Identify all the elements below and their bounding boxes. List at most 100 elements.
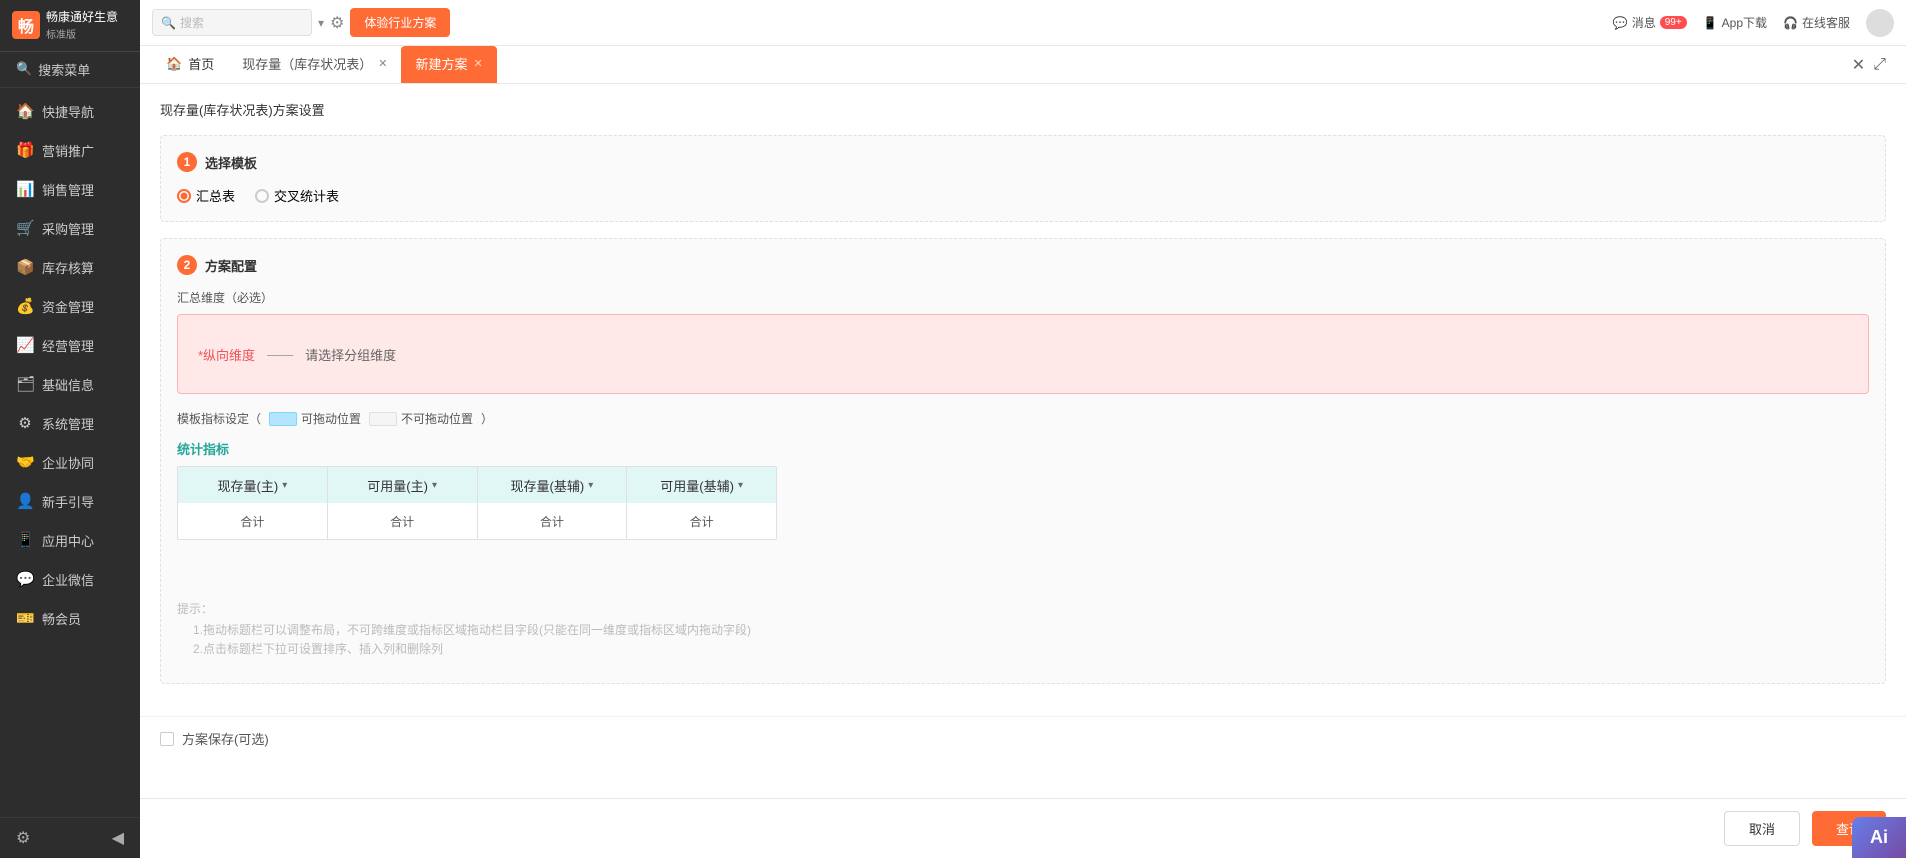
save-checkbox[interactable] (160, 732, 174, 746)
sidebar-search-item[interactable]: 🔍 搜索菜单 (0, 52, 140, 88)
home-icon: 🏠 (166, 56, 182, 72)
section-2-title: 方案配置 (205, 256, 257, 275)
sidebar-item-wecom[interactable]: 💬 企业微信 (0, 560, 140, 599)
purchase-icon: 🛒 (16, 219, 34, 237)
tab-home[interactable]: 🏠 首页 (152, 46, 228, 83)
user-avatar[interactable] (1866, 9, 1894, 37)
tab-panel-expand-icon[interactable]: ⤢ (1873, 56, 1886, 74)
sidebar-footer: ⚙ ◀ (0, 817, 140, 858)
logo-icon: 畅 (12, 11, 40, 39)
system-icon: ⚙ (16, 414, 34, 432)
sidebar-item-marketing[interactable]: 🎁 营销推广 (0, 131, 140, 170)
sidebar-item-collab[interactable]: 🤝 企业协同 (0, 443, 140, 482)
sidebar-item-label: 快捷导航 (42, 102, 94, 121)
collab-icon: 🤝 (16, 453, 34, 471)
app-edition: 标准版 (46, 26, 118, 41)
tab-new-plan-close[interactable]: ✕ (473, 57, 482, 70)
dropdown-icon[interactable]: ▾ (318, 16, 324, 30)
collapse-icon[interactable]: ◀ (112, 828, 124, 848)
tab-inventory-status[interactable]: 现存量（库存状况表） ✕ (228, 46, 401, 83)
phone-icon: 📱 (1703, 16, 1718, 30)
cell-1-4: 合计 (627, 503, 776, 539)
indicator-settings-label: 模板指标设定（ (177, 410, 261, 427)
footer-buttons: 取消 查询 (140, 798, 1906, 858)
logo-text-block: 畅康通好生意 标准版 (46, 10, 118, 41)
sidebar-item-inventory[interactable]: 📦 库存核算 (0, 248, 140, 287)
legend-draggable: 可拖动位置 (269, 410, 361, 427)
tab-new-plan[interactable]: 新建方案 ✕ (401, 46, 496, 83)
col-name-3: 现存量(基辅) (511, 476, 585, 495)
col-dropdown-4[interactable]: ▾ (738, 480, 743, 491)
config-section: 汇总维度（必选） *纵向维度 —— 请选择分组维度 模板指标设定（ (177, 289, 1869, 657)
online-service-item[interactable]: 🎧 在线客服 (1783, 14, 1850, 31)
cancel-button[interactable]: 取消 (1724, 811, 1800, 846)
col-dropdown-1[interactable]: ▾ (282, 480, 287, 491)
legend-not-draggable: 不可拖动位置 (369, 410, 473, 427)
sidebar-item-operations[interactable]: 📈 经营管理 (0, 326, 140, 365)
col-dropdown-2[interactable]: ▾ (432, 480, 437, 491)
app-center-icon: 📱 (16, 531, 34, 549)
base-info-icon: 🗂 (16, 375, 34, 393)
newbie-icon: 👤 (16, 492, 34, 510)
marketing-icon: 🎁 (16, 141, 34, 159)
topbar-search-box[interactable]: 🔍 搜索 (152, 9, 312, 36)
industry-plan-button[interactable]: 体验行业方案 (350, 8, 450, 37)
tab-inventory-close[interactable]: ✕ (378, 57, 387, 70)
app-download-item[interactable]: 📱 App下载 (1703, 14, 1767, 31)
bottom-save-area: 方案保存(可选) (140, 716, 1906, 760)
sidebar-item-label: 企业微信 (42, 570, 94, 589)
template-options: 汇总表 交叉统计表 (177, 186, 1869, 205)
wecom-icon: 💬 (16, 570, 34, 588)
sidebar-item-label: 经营管理 (42, 336, 94, 355)
sidebar-item-sales[interactable]: 📊 销售管理 (0, 170, 140, 209)
settings-icon[interactable]: ⚙ (16, 828, 30, 848)
operations-icon: 📈 (16, 336, 34, 354)
stats-table-header: 现存量(主) ▾ 可用量(主) ▾ 现存量(基辅) ▾ (178, 467, 776, 503)
section-2-config: 2 方案配置 汇总维度（必选） *纵向维度 —— 请选择分组维度 (160, 238, 1886, 684)
stats-section: 统计指标 现存量(主) ▾ 可用量(主) ▾ (177, 439, 1869, 540)
col-current-stock-main[interactable]: 现存量(主) ▾ (178, 467, 328, 503)
col-dropdown-3[interactable]: ▾ (588, 480, 593, 491)
summary-dim-label: 汇总维度（必选） (177, 289, 1869, 306)
page-title: 现存量(库存状况表)方案设置 (160, 100, 1886, 119)
col-name-4: 可用量(基辅) (660, 476, 734, 495)
sidebar-item-system[interactable]: ⚙ 系统管理 (0, 404, 140, 443)
col-current-stock-aux[interactable]: 现存量(基辅) ▾ (478, 467, 628, 503)
template-option-cross[interactable]: 交叉统计表 (255, 186, 339, 205)
cell-1-3: 合计 (478, 503, 628, 539)
sidebar: 畅 畅康通好生意 标准版 🔍 搜索菜单 🏠 快捷导航 🎁 营销推广 📊 销售管理… (0, 0, 140, 858)
main-panel: 🔍 搜索 ▾ ⚙ 体验行业方案 💬 消息 99+ 📱 App下载 🎧 在线客服 (140, 0, 1906, 858)
template-option-summary[interactable]: 汇总表 (177, 186, 235, 205)
sidebar-item-label: 采购管理 (42, 219, 94, 238)
template-cross-label: 交叉统计表 (274, 186, 339, 205)
section-1-template: 1 选择模板 汇总表 交叉统计表 (160, 135, 1886, 222)
sidebar-item-base-info[interactable]: 🗂 基础信息 (0, 365, 140, 404)
col-available-main[interactable]: 可用量(主) ▾ (328, 467, 478, 503)
sidebar-item-newbie[interactable]: 👤 新手引导 (0, 482, 140, 521)
tab-panel-close-icon[interactable]: ✕ (1852, 55, 1865, 75)
sidebar-nav: 🏠 快捷导航 🎁 营销推广 📊 销售管理 🛒 采购管理 📦 库存核算 💰 资金管… (0, 88, 140, 817)
tips-item-1: 1.拖动标题栏可以调整布局，不可跨维度或指标区域拖动栏目字段(只能在同一维度或指… (177, 621, 1869, 638)
section-1-title: 选择模板 (205, 153, 257, 172)
sidebar-item-membership[interactable]: 🎫 畅会员 (0, 599, 140, 638)
inventory-icon: 📦 (16, 258, 34, 276)
sidebar-item-quick-nav[interactable]: 🏠 快捷导航 (0, 92, 140, 131)
col-available-aux[interactable]: 可用量(基辅) ▾ (627, 467, 776, 503)
search-placeholder-text: 搜索 (180, 14, 204, 31)
radio-cross[interactable] (255, 189, 269, 203)
sidebar-item-label: 资金管理 (42, 297, 94, 316)
sidebar-item-purchase[interactable]: 🛒 采购管理 (0, 209, 140, 248)
sidebar-item-finance[interactable]: 💰 资金管理 (0, 287, 140, 326)
indicator-settings-close: ） (481, 410, 493, 427)
gear-icon[interactable]: ⚙ (330, 13, 344, 33)
radio-summary[interactable] (177, 189, 191, 203)
dimension-area[interactable]: *纵向维度 —— 请选择分组维度 (177, 314, 1869, 394)
stats-table-row-1: 合计 合计 合计 合计 (178, 503, 776, 539)
section-2-num: 2 (177, 255, 197, 275)
sidebar-item-app-center[interactable]: 📱 应用中心 (0, 521, 140, 560)
col-name-1: 现存量(主) (218, 476, 279, 495)
ai-badge[interactable]: Ai (1852, 817, 1906, 858)
indicator-settings: 模板指标设定（ 可拖动位置 不可拖动位置 ） (177, 410, 1869, 427)
legend-draggable-box (269, 412, 297, 426)
messages-badge-item[interactable]: 💬 消息 99+ (1613, 14, 1687, 31)
